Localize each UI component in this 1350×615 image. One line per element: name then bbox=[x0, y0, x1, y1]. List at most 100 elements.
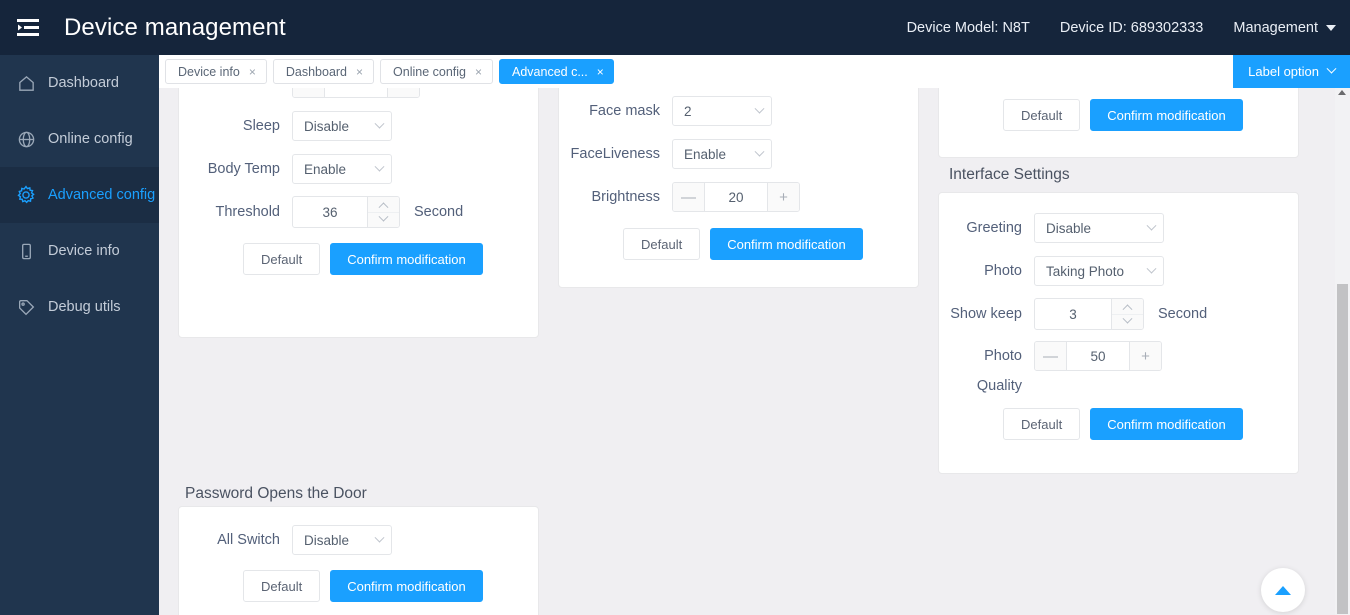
confirm-modification-button[interactable]: Confirm modification bbox=[330, 570, 483, 602]
vertical-scrollbar-thumb[interactable] bbox=[1337, 284, 1348, 614]
photo-mode-select[interactable]: Taking Photo bbox=[1034, 256, 1164, 286]
threshold-spinner[interactable]: 36 bbox=[292, 196, 400, 228]
management-menu[interactable]: Management bbox=[1233, 20, 1336, 36]
minus-icon[interactable]: — bbox=[293, 88, 325, 97]
body-temp-select-value: Enable bbox=[304, 161, 347, 177]
tab-label: Device info bbox=[178, 64, 240, 79]
sidebar-item-advanced-config[interactable]: Advanced config bbox=[0, 167, 159, 223]
default-button[interactable]: Default bbox=[243, 243, 321, 275]
tab-label: Dashboard bbox=[285, 64, 348, 79]
sidebar-item-debug-utils[interactable]: Debug utils bbox=[0, 279, 159, 335]
photo-quality-stepper[interactable]: — 50 + bbox=[1034, 341, 1162, 371]
tab-device-info[interactable]: Device info × bbox=[165, 59, 267, 84]
row-label-face-mask: Face mask bbox=[589, 103, 660, 119]
spinner-down-button[interactable] bbox=[368, 211, 399, 228]
chevron-down-icon bbox=[1326, 24, 1336, 31]
device-model-label: Device Model: N8T bbox=[906, 19, 1030, 36]
photo-quality-value[interactable]: 50 bbox=[1067, 342, 1129, 370]
row-brightness: Brightness — 20 + bbox=[559, 182, 920, 212]
close-icon[interactable]: × bbox=[475, 66, 482, 78]
minus-icon[interactable]: — bbox=[673, 183, 705, 211]
tab-dashboard[interactable]: Dashboard × bbox=[272, 59, 375, 84]
interface-settings-card: Greeting Disable Photo Taking Photo Show… bbox=[938, 192, 1299, 474]
recognition-settings-card: Default Confirm modification bbox=[938, 88, 1299, 158]
close-icon[interactable]: × bbox=[249, 66, 256, 78]
row-label-greeting: Greeting bbox=[966, 220, 1022, 236]
row-sleep: Sleep Disable bbox=[179, 111, 540, 141]
face-settings-card: Face mask 2 FaceLiveness Enable Brightne… bbox=[558, 88, 919, 288]
sidebar-item-label: Debug utils bbox=[48, 299, 121, 315]
chevron-down-icon bbox=[1146, 263, 1157, 274]
chevron-up-icon bbox=[378, 202, 389, 213]
plus-icon[interactable]: + bbox=[1129, 342, 1161, 370]
sleep-select-value: Disable bbox=[304, 118, 350, 134]
threshold-value[interactable]: 36 bbox=[293, 197, 367, 227]
interface-settings-title: Interface Settings bbox=[949, 166, 1070, 183]
row-face-mask: Face mask 2 bbox=[559, 96, 920, 126]
default-button[interactable]: Default bbox=[243, 570, 321, 602]
face-settings-buttons: Default Confirm modification bbox=[623, 228, 863, 260]
default-button[interactable]: Default bbox=[1003, 408, 1081, 440]
label-option-button[interactable]: Label option bbox=[1233, 55, 1350, 88]
chevron-down-icon bbox=[374, 118, 385, 129]
app-header: Device management Device Model: N8T Devi… bbox=[0, 0, 1350, 55]
confirm-modification-button[interactable]: Confirm modification bbox=[1090, 408, 1243, 440]
row-label-photo-mode: Photo bbox=[984, 263, 1022, 279]
mobile-icon bbox=[12, 237, 40, 265]
row-label-face-liveness: FaceLiveness bbox=[570, 146, 660, 162]
all-switch-select[interactable]: Disable bbox=[292, 525, 392, 555]
device-settings-buttons: Default Confirm modification bbox=[243, 243, 483, 275]
device-settings-card: Volume — 0 + Sleep Disable Body Temp Ena… bbox=[178, 88, 539, 338]
vertical-scrollbar[interactable] bbox=[1335, 88, 1350, 615]
row-label-volume: Volume bbox=[179, 88, 292, 98]
spinner-up-button[interactable] bbox=[368, 197, 399, 213]
spinner-up-button[interactable] bbox=[1112, 299, 1143, 315]
tag-icon bbox=[12, 293, 40, 321]
tab-advanced-config[interactable]: Advanced c... × bbox=[499, 59, 614, 84]
back-to-top-button[interactable] bbox=[1261, 568, 1305, 612]
menu-fold-icon[interactable] bbox=[0, 0, 56, 55]
minus-icon[interactable]: — bbox=[1035, 342, 1067, 370]
volume-value[interactable]: 0 bbox=[325, 88, 387, 97]
show-keep-spinner[interactable]: 3 bbox=[1034, 298, 1144, 330]
scrollbar-top-accent bbox=[1335, 86, 1350, 88]
sidebar-item-dashboard[interactable]: Dashboard bbox=[0, 55, 159, 111]
scroll-up-arrow-icon[interactable] bbox=[1338, 90, 1346, 95]
greeting-select[interactable]: Disable bbox=[1034, 213, 1164, 243]
confirm-modification-button[interactable]: Confirm modification bbox=[330, 243, 483, 275]
close-icon[interactable]: × bbox=[356, 66, 363, 78]
sidebar-item-label: Dashboard bbox=[48, 75, 119, 91]
chevron-down-icon bbox=[754, 146, 765, 157]
row-photo-quality: Photo Quality — 50 + bbox=[939, 341, 1300, 401]
chevron-down-icon bbox=[1122, 313, 1133, 324]
face-mask-select[interactable]: 2 bbox=[672, 96, 772, 126]
label-option-text: Label option bbox=[1248, 64, 1319, 79]
show-keep-value[interactable]: 3 bbox=[1035, 299, 1111, 329]
default-button[interactable]: Default bbox=[623, 228, 701, 260]
brightness-stepper[interactable]: — 20 + bbox=[672, 182, 800, 212]
body-temp-select[interactable]: Enable bbox=[292, 154, 392, 184]
row-label-photo-quality-line2: Quality bbox=[976, 378, 1022, 394]
sidebar-item-device-info[interactable]: Device info bbox=[0, 223, 159, 279]
chevron-up-icon bbox=[1122, 304, 1133, 315]
plus-icon[interactable]: + bbox=[767, 183, 799, 211]
default-button[interactable]: Default bbox=[1003, 99, 1081, 131]
plus-icon[interactable]: + bbox=[387, 88, 419, 97]
chevron-down-icon bbox=[374, 532, 385, 543]
arrow-up-icon bbox=[1275, 585, 1291, 595]
sidebar-item-online-config[interactable]: Online config bbox=[0, 111, 159, 167]
row-label-all-switch: All Switch bbox=[217, 532, 280, 548]
tab-online-config[interactable]: Online config × bbox=[380, 59, 494, 84]
close-icon[interactable]: × bbox=[597, 66, 604, 78]
spinner-down-button[interactable] bbox=[1112, 313, 1143, 330]
threshold-spinner-arrows[interactable] bbox=[367, 197, 399, 227]
volume-stepper[interactable]: — 0 + bbox=[292, 88, 420, 98]
show-keep-spinner-arrows[interactable] bbox=[1111, 299, 1143, 329]
confirm-modification-button[interactable]: Confirm modification bbox=[710, 228, 863, 260]
row-label-show-keep: Show keep bbox=[950, 306, 1022, 322]
brightness-value[interactable]: 20 bbox=[705, 183, 767, 211]
confirm-modification-button[interactable]: Confirm modification bbox=[1090, 99, 1243, 131]
sleep-select[interactable]: Disable bbox=[292, 111, 392, 141]
face-liveness-select[interactable]: Enable bbox=[672, 139, 772, 169]
row-label-photo-quality-line1: Photo bbox=[984, 348, 1022, 364]
